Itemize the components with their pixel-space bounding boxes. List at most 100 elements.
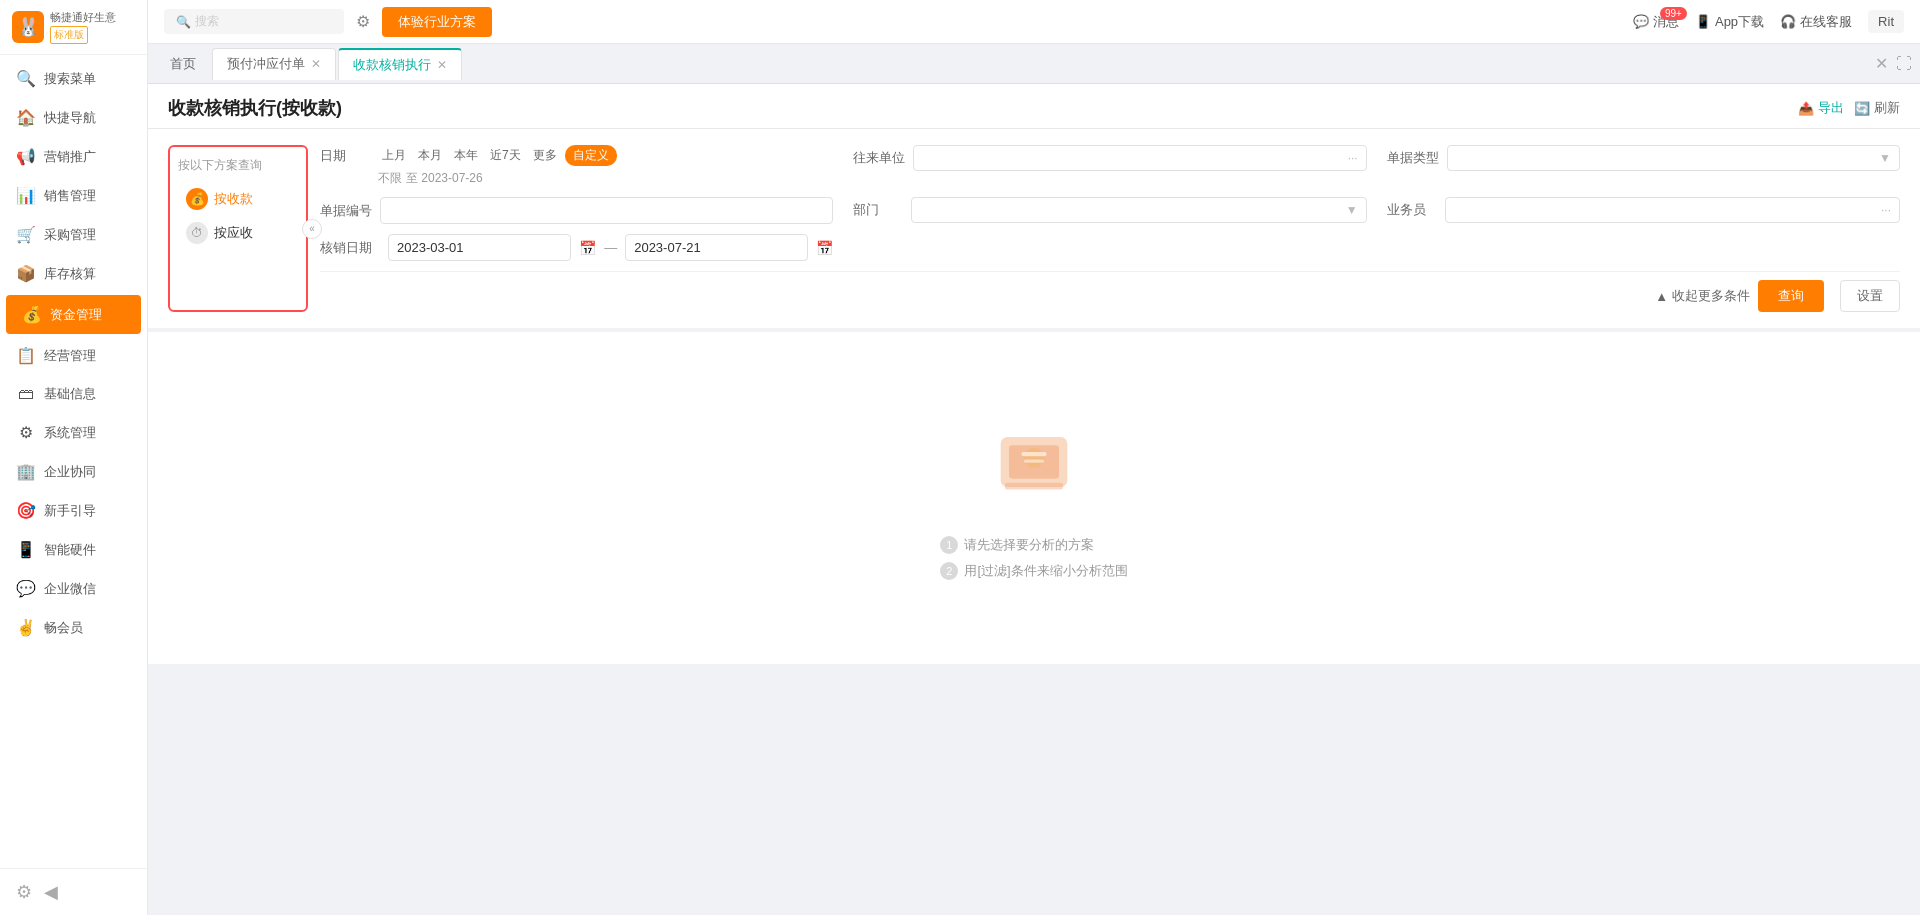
sidebar-item-search-menu[interactable]: 🔍 搜索菜单 bbox=[0, 59, 147, 98]
doc-no-filter: 单据编号 bbox=[320, 197, 833, 224]
main-area: 🔍 搜索 ⚙ 体验行业方案 💬 消息 99+ 📱 App下载 🎧 在线客服 Ri… bbox=[148, 0, 1920, 915]
sidebar-item-marketing[interactable]: 📢 营销推广 bbox=[0, 137, 147, 176]
sidebar-item-label: 库存核算 bbox=[44, 265, 96, 283]
verify-date-end-input[interactable] bbox=[625, 234, 808, 261]
topbar: 🔍 搜索 ⚙ 体验行业方案 💬 消息 99+ 📱 App下载 🎧 在线客服 Ri… bbox=[148, 0, 1920, 44]
finance-icon: 💰 bbox=[22, 305, 42, 324]
collapse-up-icon: ▲ bbox=[1655, 289, 1668, 304]
dept-select[interactable]: ▼ bbox=[911, 197, 1366, 223]
tab-prepay[interactable]: 预付冲应付单 ✕ bbox=[212, 48, 336, 80]
hardware-icon: 📱 bbox=[16, 540, 36, 559]
collapse-more-button[interactable]: ▲ 收起更多条件 bbox=[1655, 287, 1750, 305]
sidebar-item-label: 智能硬件 bbox=[44, 541, 96, 559]
app-label: App下载 bbox=[1715, 13, 1764, 31]
sidebar-item-system[interactable]: ⚙ 系统管理 bbox=[0, 413, 147, 452]
date-btn-this-year[interactable]: 本年 bbox=[450, 145, 482, 166]
dept-arrow: ▼ bbox=[1346, 203, 1358, 217]
message-icon: 💬 bbox=[1633, 14, 1649, 29]
query-button[interactable]: 查询 bbox=[1758, 280, 1824, 312]
online-service-button[interactable]: 🎧 在线客服 bbox=[1780, 13, 1852, 31]
sidebar-item-label: 基础信息 bbox=[44, 385, 96, 403]
sidebar-item-guide[interactable]: 🎯 新手引导 bbox=[0, 491, 147, 530]
sidebar-item-hardware[interactable]: 📱 智能硬件 bbox=[0, 530, 147, 569]
sidebar-item-operation[interactable]: 📋 经营管理 bbox=[0, 336, 147, 375]
filter-option-by-receipt[interactable]: 💰 按收款 bbox=[178, 182, 298, 216]
doc-no-input[interactable] bbox=[380, 197, 833, 224]
sidebar-item-label: 企业协同 bbox=[44, 463, 96, 481]
sidebar-item-inventory[interactable]: 📦 库存核算 bbox=[0, 254, 147, 293]
enterprise-icon: 🏢 bbox=[16, 462, 36, 481]
doc-type-arrow: ▼ bbox=[1879, 151, 1891, 165]
tab-home[interactable]: 首页 bbox=[156, 48, 210, 80]
filter-sidebar-collapse-btn[interactable]: « bbox=[302, 219, 322, 239]
quick-nav-icon: 🏠 bbox=[16, 108, 36, 127]
search-menu-icon: 🔍 bbox=[16, 69, 36, 88]
verify-date-start-calendar-icon[interactable]: 📅 bbox=[579, 240, 596, 256]
tab-prepay-close[interactable]: ✕ bbox=[311, 57, 321, 71]
service-icon: 🎧 bbox=[1780, 14, 1796, 29]
export-icon: 📤 bbox=[1798, 101, 1814, 116]
settings-button[interactable]: 设置 bbox=[1840, 280, 1900, 312]
refresh-button[interactable]: 🔄 刷新 bbox=[1854, 99, 1900, 117]
user-info[interactable]: Rit bbox=[1868, 10, 1904, 33]
sales-icon: 📊 bbox=[16, 186, 36, 205]
sidebar-item-sales[interactable]: 📊 销售管理 bbox=[0, 176, 147, 215]
tip-text-2: 用[过滤]条件来缩小分析范围 bbox=[964, 558, 1127, 584]
sidebar-collapse-icon[interactable]: ◀ bbox=[44, 881, 58, 903]
verify-date-end-calendar-icon[interactable]: 📅 bbox=[816, 240, 833, 256]
sidebar-item-label: 销售管理 bbox=[44, 187, 96, 205]
date-to-text: 至 2023-07-26 bbox=[406, 170, 483, 187]
by-receipt-icon: 💰 bbox=[186, 188, 208, 210]
doc-type-select[interactable]: ▼ bbox=[1447, 145, 1900, 171]
topbar-right: 💬 消息 99+ 📱 App下载 🎧 在线客服 Rit bbox=[1633, 10, 1904, 33]
tabbar-expand-icon[interactable]: ⛶ bbox=[1896, 55, 1912, 73]
sidebar-item-finance[interactable]: 💰 资金管理 bbox=[6, 295, 141, 334]
marketing-icon: 📢 bbox=[16, 147, 36, 166]
sidebar: 🐰 畅捷通好生意 标准版 🔍 搜索菜单 🏠 快捷导航 📢 营销推广 📊 销售管理… bbox=[0, 0, 148, 915]
sidebar-item-wechat[interactable]: 💬 企业微信 bbox=[0, 569, 147, 608]
message-button[interactable]: 💬 消息 99+ bbox=[1633, 13, 1679, 31]
app-download-button[interactable]: 📱 App下载 bbox=[1695, 13, 1764, 31]
employee-input[interactable]: ··· bbox=[1445, 197, 1900, 223]
empty-illustration bbox=[984, 412, 1084, 512]
message-badge: 99+ bbox=[1660, 7, 1687, 20]
logo-badge: 标准版 bbox=[50, 26, 88, 44]
refresh-icon: 🔄 bbox=[1854, 101, 1870, 116]
tabbar-close-all-icon[interactable]: ✕ bbox=[1875, 54, 1888, 73]
purchase-icon: 🛒 bbox=[16, 225, 36, 244]
by-receipt-label: 按收款 bbox=[214, 190, 253, 208]
empty-tip-1: 1 请先选择要分析的方案 bbox=[940, 532, 1127, 558]
sidebar-item-label: 资金管理 bbox=[50, 306, 102, 324]
verify-date-filter: 核销日期 📅 — 📅 bbox=[320, 234, 833, 261]
verify-date-start-input[interactable] bbox=[388, 234, 571, 261]
user-name: Rit bbox=[1878, 14, 1894, 29]
sidebar-item-basic[interactable]: 🗃 基础信息 bbox=[0, 375, 147, 413]
sidebar-item-member[interactable]: ✌ 畅会员 bbox=[0, 608, 147, 647]
filter-option-by-receivable[interactable]: ⏱ 按应收 bbox=[178, 216, 298, 250]
tab-receipt-verify[interactable]: 收款核销执行 ✕ bbox=[338, 48, 462, 80]
topbar-settings-icon[interactable]: ⚙ bbox=[356, 12, 370, 31]
tab-home-label: 首页 bbox=[170, 55, 196, 73]
svg-rect-5 bbox=[1005, 483, 1063, 490]
date-btn-more[interactable]: 更多 bbox=[529, 145, 561, 166]
bottom-settings-icon[interactable]: ⚙ bbox=[16, 881, 32, 903]
sidebar-item-purchase[interactable]: 🛒 采购管理 bbox=[0, 215, 147, 254]
employee-dots: ··· bbox=[1881, 203, 1891, 217]
counterpart-input[interactable]: ··· bbox=[913, 145, 1366, 171]
date-btn-custom[interactable]: 自定义 bbox=[565, 145, 617, 166]
industry-solution-button[interactable]: 体验行业方案 bbox=[382, 7, 492, 37]
sidebar-item-quick-nav[interactable]: 🏠 快捷导航 bbox=[0, 98, 147, 137]
tip-num-2: 2 bbox=[940, 562, 958, 580]
export-button[interactable]: 📤 导出 bbox=[1798, 99, 1844, 117]
date-btn-7days[interactable]: 近7天 bbox=[486, 145, 525, 166]
verify-date-label: 核销日期 bbox=[320, 239, 380, 257]
date-btn-last-month[interactable]: 上月 bbox=[378, 145, 410, 166]
topbar-search-box[interactable]: 🔍 搜索 bbox=[164, 9, 344, 34]
doc-type-filter: 单据类型 ▼ bbox=[1387, 145, 1900, 171]
sidebar-item-label: 搜索菜单 bbox=[44, 70, 96, 88]
tab-receipt-verify-close[interactable]: ✕ bbox=[437, 58, 447, 72]
sidebar-item-enterprise[interactable]: 🏢 企业协同 bbox=[0, 452, 147, 491]
date-btn-this-month[interactable]: 本月 bbox=[414, 145, 446, 166]
date-quick-btns: 上月 本月 本年 近7天 更多 自定义 bbox=[378, 145, 617, 166]
date-no-limit-text: 不限 bbox=[378, 170, 402, 187]
